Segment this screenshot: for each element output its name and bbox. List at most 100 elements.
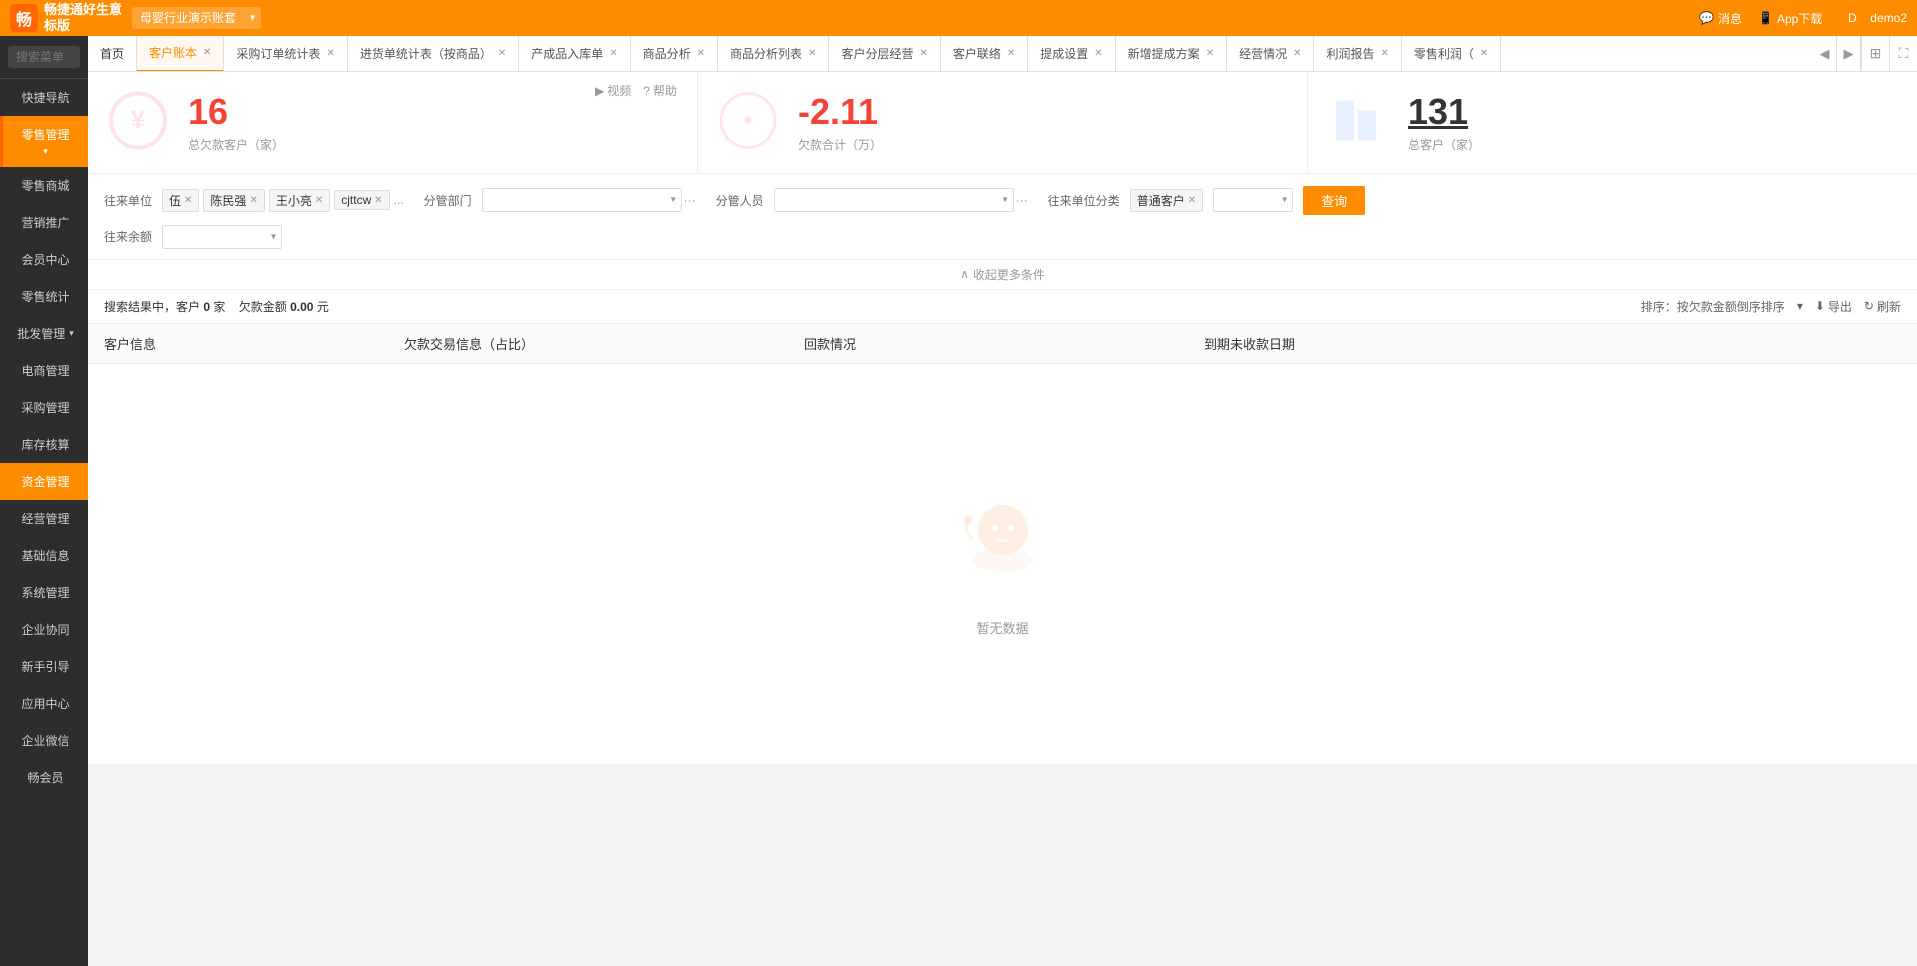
sidebar-item-business-mgmt[interactable]: 经营管理 (0, 500, 88, 537)
content-area: 首页 客户账本 ✕ 采购订单统计表 ✕ 进货单统计表（按商品） ✕ 产成品入库单… (88, 36, 1917, 966)
stat-total-customers: ¥ 16 总欠款客户（家） ▶ 视频 (88, 72, 698, 173)
message-icon: 💬 (1699, 11, 1714, 25)
sidebar-item-quick-nav[interactable]: 快捷导航 (0, 79, 88, 116)
top-bar-mid: 母婴行业演示账套 (122, 7, 1699, 29)
stat-help: ▶ 视频 ? 帮助 (595, 82, 677, 99)
help-icon: ? (643, 84, 650, 98)
balance-select[interactable] (162, 225, 282, 249)
org-selector[interactable]: 母婴行业演示账套 (132, 7, 261, 29)
video-link[interactable]: ▶ 视频 (595, 82, 631, 99)
top-bar-right: 💬 消息 📱 App下载 D demo2 (1699, 4, 1907, 32)
sidebar-item-ecom-mgmt[interactable]: 电商管理 (0, 352, 88, 389)
top-bar: 畅 畅捷通好生意 标版 母婴行业演示账套 💬 消息 📱 App下载 (0, 0, 1917, 36)
tab-close-profit-report[interactable]: ✕ (1381, 49, 1389, 59)
sidebar-item-member-center[interactable]: 会员中心 (0, 241, 88, 278)
sort-arrow-icon: ▾ (1797, 299, 1803, 313)
data-table: 客户信息 欠款交易信息（占比） 回款情况 到期未收款日期 (88, 324, 1917, 764)
tab-close-account-book[interactable]: ✕ (203, 48, 211, 58)
help-link[interactable]: ? 帮助 (643, 82, 677, 99)
app-download-btn[interactable]: 📱 App下载 (1758, 10, 1822, 27)
unit-class-select[interactable] (1213, 188, 1293, 212)
refresh-icon: ↻ (1864, 299, 1874, 313)
remove-tag-chen[interactable]: ✕ (249, 195, 257, 206)
collapse-btn[interactable]: ∧ 收起更多条件 (88, 259, 1917, 289)
unit-class-tag-normal: 普通客户 ✕ (1130, 189, 1203, 212)
result-actions: 排序：按欠款金额倒序排序 ▾ ⬇ 导出 ↻ 刷新 (1641, 298, 1901, 315)
refresh-btn[interactable]: ↻ 刷新 (1864, 298, 1901, 315)
sidebar-item-retail-mall[interactable]: 零售商城 (0, 167, 88, 204)
tab-retail-profit[interactable]: 零售利润（ ✕ (1402, 36, 1501, 72)
stat-label-all: 总客户（家） (1408, 136, 1480, 153)
sidebar-search-area (0, 36, 88, 79)
export-btn[interactable]: ⬇ 导出 (1815, 298, 1852, 315)
remove-tag-normal[interactable]: ✕ (1188, 195, 1196, 206)
stat-total-debt: ✦ -2.11 欠款合计（万） (698, 72, 1308, 173)
dept-filter-label: 分管部门 (424, 192, 472, 209)
unit-tags-more-btn[interactable]: ... (394, 193, 404, 207)
tab-close-new-achievement[interactable]: ✕ (1206, 49, 1214, 59)
user-menu-btn[interactable]: D demo2 (1838, 4, 1907, 32)
dept-select[interactable] (482, 188, 682, 212)
message-btn[interactable]: 💬 消息 (1699, 10, 1742, 27)
sidebar-item-retail-stats[interactable]: 零售统计 (0, 278, 88, 315)
tab-close-customer-segment[interactable]: ✕ (919, 49, 927, 59)
unit-tag-wu: 伍 ✕ (162, 189, 199, 212)
main-content: ¥ 16 总欠款客户（家） ▶ 视频 (88, 72, 1917, 966)
tab-close-stock-stat[interactable]: ✕ (498, 49, 506, 59)
tab-reminder-settings[interactable]: 提成设置 ✕ (1028, 36, 1115, 72)
sidebar-item-retail-mgmt[interactable]: 零售管理 ▾ (0, 116, 88, 167)
sidebar-item-batch-mgmt[interactable]: 批发管理 ▾ (0, 315, 88, 352)
sidebar-item-purchase-mgmt[interactable]: 采购管理 (0, 389, 88, 426)
tab-product-analysis[interactable]: 商品分析 ✕ (631, 36, 718, 72)
svg-text:¥: ¥ (131, 105, 146, 135)
tab-product-analysis-list[interactable]: 商品分析列表 ✕ (718, 36, 829, 72)
tab-close-business-situation[interactable]: ✕ (1293, 49, 1301, 59)
sidebar-item-app-center[interactable]: 应用中心 (0, 685, 88, 722)
unit-filter-label: 往来单位 (104, 192, 152, 209)
person-select[interactable] (774, 188, 1014, 212)
tab-prev-btn[interactable]: ◀ (1813, 36, 1837, 72)
dept-more-btn[interactable]: ··· (684, 193, 696, 207)
sidebar-item-vip-member[interactable]: 畅会员 (0, 759, 88, 796)
empty-icon (953, 490, 1053, 606)
tab-close-reminder-settings[interactable]: ✕ (1094, 49, 1102, 59)
sidebar-item-basic-info[interactable]: 基础信息 (0, 537, 88, 574)
tab-next-btn[interactable]: ▶ (1837, 36, 1861, 72)
remove-tag-wang[interactable]: ✕ (315, 195, 323, 206)
stat-value-all: 131 (1408, 92, 1480, 132)
org-selector-wrap[interactable]: 母婴行业演示账套 (132, 7, 261, 29)
person-more-btn[interactable]: ··· (1016, 193, 1028, 207)
tab-purchase-order-stat[interactable]: 采购订单统计表 ✕ (224, 36, 347, 72)
sidebar-item-new-guide[interactable]: 新手引导 (0, 648, 88, 685)
tab-home[interactable]: 首页 (88, 36, 137, 72)
tab-close-product-analysis[interactable]: ✕ (697, 49, 705, 59)
tab-close-customer-contact[interactable]: ✕ (1007, 49, 1015, 59)
tab-close-product-inbound[interactable]: ✕ (609, 49, 617, 59)
tab-profit-report[interactable]: 利润报告 ✕ (1314, 36, 1401, 72)
tab-close-retail-profit[interactable]: ✕ (1480, 49, 1488, 59)
tab-close-purchase-order[interactable]: ✕ (326, 49, 334, 59)
sidebar-item-enterprise-collab[interactable]: 企业协同 (0, 611, 88, 648)
tab-customer-contact[interactable]: 客户联络 ✕ (941, 36, 1028, 72)
tab-customer-segment[interactable]: 客户分层经营 ✕ (829, 36, 940, 72)
table-body: 暂无数据 (88, 364, 1917, 764)
tab-expand-btn[interactable]: ⊞ (1861, 36, 1889, 72)
tab-stock-stat[interactable]: 进货单统计表（按商品） ✕ (348, 36, 519, 72)
sidebar-item-system-mgmt[interactable]: 系统管理 (0, 574, 88, 611)
sidebar-item-capital-mgmt[interactable]: 资金管理 (0, 463, 88, 500)
sidebar-item-marketing[interactable]: 营销推广 (0, 204, 88, 241)
tab-new-achievement[interactable]: 新增提成方案 ✕ (1116, 36, 1227, 72)
remove-tag-cjttcw[interactable]: ✕ (374, 195, 382, 206)
tab-product-inbound[interactable]: 产成品入库单 ✕ (519, 36, 630, 72)
avatar: D (1838, 4, 1866, 32)
svg-text:✦: ✦ (740, 111, 755, 131)
sidebar-item-enterprise-wechat[interactable]: 企业微信 (0, 722, 88, 759)
remove-tag-wu[interactable]: ✕ (184, 195, 192, 206)
tab-close-product-analysis-list[interactable]: ✕ (808, 49, 816, 59)
tab-account-book[interactable]: 客户账本 ✕ (137, 36, 224, 72)
sidebar-item-stock-check[interactable]: 库存核算 (0, 426, 88, 463)
tab-fullscreen-btn[interactable]: ⛶ (1889, 36, 1917, 72)
search-button[interactable]: 查询 (1303, 186, 1365, 215)
tab-business-situation[interactable]: 经营情况 ✕ (1227, 36, 1314, 72)
search-input[interactable] (8, 46, 80, 68)
